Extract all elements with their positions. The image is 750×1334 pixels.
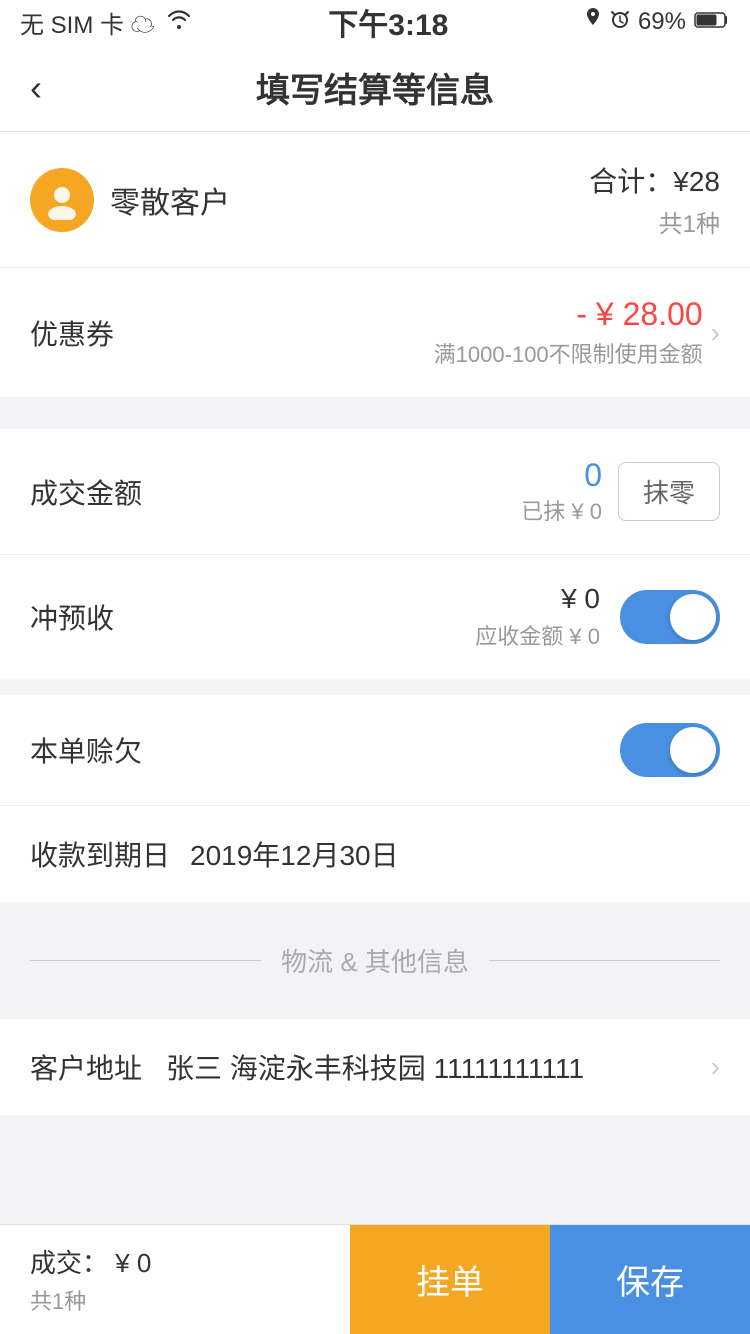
bottom-deal: 成交： ¥ 0 [30,1243,320,1280]
prepayment-receivable: 应收金额 ¥ 0 [475,619,600,651]
transaction-label: 成交金额 [30,472,142,512]
customer-name: 零散客户 [110,178,230,222]
due-date-row: 收款到期日 2019年12月30日 [0,805,750,902]
coupon-right: - ¥ 28.00 满1000-100不限制使用金额 › [434,296,720,369]
prepayment-row: 冲预收 ¥ 0 应收金额 ¥ 0 [0,555,750,679]
customer-card: 零散客户 合计：¥28 共1种 优惠券 - ¥ 28.00 满1000-100不… [0,132,750,397]
coupon-row[interactable]: 优惠券 - ¥ 28.00 满1000-100不限制使用金额 › [0,267,750,397]
logistics-line-right [489,960,720,961]
deal-label: 成交： [30,1248,108,1278]
status-bar: 无 SIM 卡 ☁ 下午3:18 69% [0,0,750,44]
customer-row: 零散客户 合计：¥28 共1种 [0,132,750,267]
address-row[interactable]: 客户地址 张三 海淀永丰科技园 11111111111 › [0,1019,750,1115]
total-amount: 合计：¥28 [589,160,720,200]
credit-toggle-knob [670,727,716,773]
section-divider-4 [0,1003,750,1019]
transaction-right: 0 已抹 ¥ 0 抹零 [521,457,720,526]
hangup-button[interactable]: 挂单 [350,1225,550,1334]
save-button[interactable]: 保存 [550,1225,750,1334]
transaction-values: 0 已抹 ¥ 0 [521,457,602,526]
status-left: 无 SIM 卡 ☁ [20,5,193,40]
save-label: 保存 [616,1255,684,1304]
wifi-icon [165,8,193,36]
coupon-chevron-icon: › [711,317,720,349]
section-divider-2 [0,679,750,695]
credit-toggle[interactable] [620,723,720,777]
prepayment-toggle[interactable] [620,590,720,644]
bottom-info: 成交： ¥ 0 共1种 [0,1243,350,1316]
location-icon [584,8,602,37]
address-label: 客户地址 [30,1047,142,1087]
transaction-amount[interactable]: 0 [584,457,602,493]
total-count: 共1种 [589,204,720,239]
customer-avatar [30,168,94,232]
coupon-label: 优惠券 [30,313,114,353]
hangup-label: 挂单 [416,1255,484,1304]
battery-icon [694,8,730,36]
coupon-content: - ¥ 28.00 满1000-100不限制使用金额 [434,296,703,369]
logistics-divider: 物流 & 其他信息 [0,918,750,1003]
main-content: 零散客户 合计：¥28 共1种 优惠券 - ¥ 28.00 满1000-100不… [0,132,750,1251]
due-date-value[interactable]: 2019年12月30日 [190,834,399,874]
status-time: 下午3:18 [328,0,448,44]
section-divider-3 [0,902,750,918]
due-date-label: 收款到期日 [30,834,170,874]
nav-bar: ‹ 填写结算等信息 [0,44,750,132]
round-button[interactable]: 抹零 [618,462,720,521]
logistics-line-left [30,960,261,961]
bottom-bar: 成交： ¥ 0 共1种 挂单 保存 [0,1224,750,1334]
credit-label: 本单赊欠 [30,730,142,770]
transaction-row: 成交金额 0 已抹 ¥ 0 抹零 [0,429,750,555]
page-title: 填写结算等信息 [256,63,494,112]
credit-row: 本单赊欠 [0,695,750,805]
prepayment-amounts: ¥ 0 应收金额 ¥ 0 [475,583,600,651]
section-divider-1 [0,413,750,429]
back-button[interactable]: ‹ [30,67,42,109]
address-value: 张三 海淀永丰科技园 11111111111 [166,1047,701,1087]
customer-total: 合计：¥28 共1种 [589,160,720,239]
bottom-count: 共1种 [30,1284,320,1316]
alarm-icon [610,8,630,37]
prepayment-label: 冲预收 [30,597,114,637]
credit-section: 本单赊欠 收款到期日 2019年12月30日 [0,695,750,902]
deal-amount: ¥ 0 [115,1248,151,1278]
prepayment-right: ¥ 0 应收金额 ¥ 0 [475,583,720,651]
battery-text: 69% [638,8,686,36]
status-right: 69% [584,8,730,37]
transaction-section: 成交金额 0 已抹 ¥ 0 抹零 冲预收 ¥ 0 应收金额 ¥ 0 [0,429,750,679]
coupon-discount: - ¥ 28.00 [434,296,703,333]
prepayment-amount: ¥ 0 [475,583,600,615]
no-sim-text: 无 SIM 卡 ☁ [20,5,155,40]
coupon-description: 满1000-100不限制使用金额 [434,337,703,369]
customer-left: 零散客户 [30,168,230,232]
toggle-knob [670,594,716,640]
address-chevron-icon: › [711,1051,720,1083]
logistics-text: 物流 & 其他信息 [261,942,489,979]
transaction-subtracted: 已抹 ¥ 0 [521,494,602,526]
